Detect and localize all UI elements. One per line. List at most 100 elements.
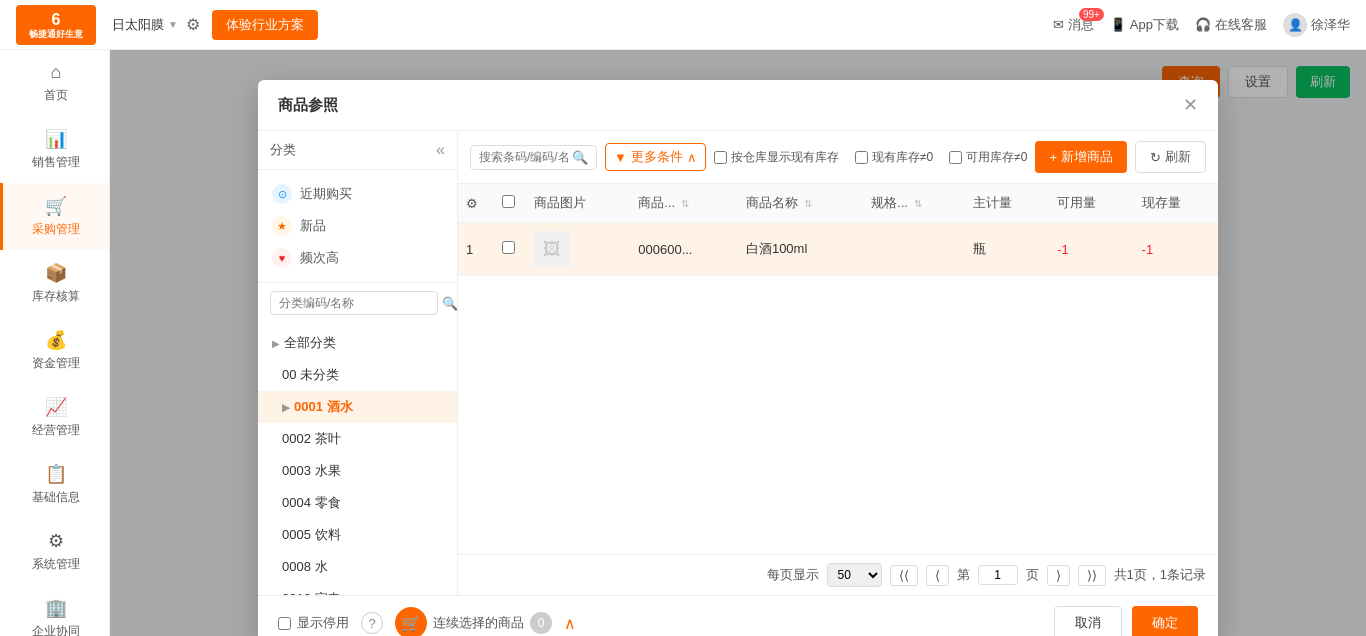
cart-badge: 🛒 连续选择的商品 0 [395, 607, 552, 636]
category-search-icon[interactable]: 🔍 [442, 296, 458, 311]
refresh-btn[interactable]: ↻ 刷新 [1135, 141, 1206, 173]
th-unit: 主计量 [965, 184, 1049, 223]
sidebar-item-sales[interactable]: 📊 销售管理 [0, 116, 109, 183]
product-search-input[interactable] [479, 150, 568, 164]
sidebar-item-purchase[interactable]: 🛒 采购管理 [0, 183, 109, 250]
td-spec [863, 223, 965, 276]
trial-industry-btn[interactable]: 体验行业方案 [212, 10, 318, 40]
filter-label: 更多条件 [631, 148, 683, 166]
sidebar-item-purchase-label: 采购管理 [32, 221, 80, 238]
check-nonzero-available[interactable]: 可用库存≠0 [949, 149, 1027, 166]
user-name: 徐泽华 [1311, 16, 1350, 34]
sidebar-item-home-label: 首页 [44, 87, 68, 104]
basic-info-icon: 📋 [45, 463, 67, 485]
last-page-btn[interactable]: ⟩⟩ [1078, 565, 1106, 586]
shortcut-recent[interactable]: ⊙ 近期购买 [258, 178, 457, 210]
sidebar-item-basic[interactable]: 📋 基础信息 [0, 451, 109, 518]
cat-beverage-label: 0005 饮料 [282, 526, 341, 544]
logo: 6 畅捷通好生意 [16, 5, 96, 45]
td-unit: 瓶 [965, 223, 1049, 276]
cat-item-appliance[interactable]: 0010 家电 [258, 583, 457, 595]
check-nonzero-stock[interactable]: 现有库存≠0 [855, 149, 933, 166]
dialog-body: 分类 « ⊙ 近期购买 ★ 新品 [258, 131, 1218, 595]
message-badge: 99+ [1079, 8, 1104, 21]
service-label: 在线客服 [1215, 16, 1267, 34]
confirm-button[interactable]: 确定 [1132, 606, 1198, 636]
th-stock: 现存量 [1134, 184, 1218, 223]
online-service-item[interactable]: 🎧 在线客服 [1195, 16, 1267, 34]
logo-text: 畅捷通好生意 [29, 29, 83, 40]
cat-item-unclassified[interactable]: 00 未分类 [258, 359, 457, 391]
system-icon: ⚙ [48, 530, 64, 552]
td-checkbox[interactable] [494, 223, 526, 276]
purchase-icon: 🛒 [45, 195, 67, 217]
shortcuts-section: ⊙ 近期购买 ★ 新品 ♥ 频次高 [258, 170, 457, 283]
shortcut-freq[interactable]: ♥ 频次高 [258, 242, 457, 274]
user-item[interactable]: 👤 徐泽华 [1283, 13, 1350, 37]
row-checkbox[interactable] [502, 241, 515, 254]
next-page-btn[interactable]: ⟩ [1047, 565, 1070, 586]
collapse-footer-icon[interactable]: ∧ [564, 614, 576, 633]
recent-icon: ⊙ [272, 184, 292, 204]
cat-item-tea[interactable]: 0002 茶叶 [258, 423, 457, 455]
add-product-btn[interactable]: + 新增商品 [1035, 141, 1127, 173]
product-search-box[interactable]: 🔍 [470, 145, 597, 170]
check-warehouse-stock-input[interactable] [714, 151, 727, 164]
shortcut-new[interactable]: ★ 新品 [258, 210, 457, 242]
cat-item-snack[interactable]: 0004 零食 [258, 487, 457, 519]
navbar: 6 畅捷通好生意 日太阳膜 ▼ ⚙ 体验行业方案 ✉ 消息 99+ 📱 App下… [0, 0, 1366, 50]
finance-icon: 💰 [45, 329, 67, 351]
cat-snack-label: 0004 零食 [282, 494, 341, 512]
table-row[interactable]: 1 🖼 000600... 白酒100ml [458, 223, 1218, 276]
sidebar-item-home[interactable]: ⌂ 首页 [0, 50, 109, 116]
th-settings[interactable]: ⚙ [458, 184, 494, 223]
more-filters-btn[interactable]: ▼ 更多条件 ∧ [605, 143, 706, 171]
show-disabled-label: 显示停用 [297, 614, 349, 632]
help-icon[interactable]: ? [361, 612, 383, 634]
cat-item-fruit[interactable]: 0003 水果 [258, 455, 457, 487]
cancel-button[interactable]: 取消 [1054, 606, 1122, 636]
dialog-close-button[interactable]: ✕ [1183, 94, 1198, 116]
th-spec[interactable]: 规格... ⇅ [863, 184, 965, 223]
show-disabled-checkbox[interactable]: 显示停用 [278, 614, 349, 632]
cat-all[interactable]: ▶ 全部分类 [258, 327, 457, 359]
check-nonzero-available-input[interactable] [949, 151, 962, 164]
td-stock: -1 [1134, 223, 1218, 276]
th-code[interactable]: 商品... ⇅ [630, 184, 738, 223]
check-nonzero-stock-input[interactable] [855, 151, 868, 164]
product-search-icon[interactable]: 🔍 [572, 150, 588, 165]
th-checkbox[interactable] [494, 184, 526, 223]
sidebar-item-enterprise[interactable]: 🏢 企业协同 [0, 585, 109, 636]
sidebar-item-inventory[interactable]: 📦 库存核算 [0, 250, 109, 317]
page-size-label: 每页显示 [767, 566, 819, 584]
toolbar: 🔍 ▼ 更多条件 ∧ 按仓库显示现有库存 [458, 131, 1218, 184]
th-name[interactable]: 商品名称 ⇅ [738, 184, 863, 223]
page-size-select[interactable]: 50 20 100 [827, 563, 882, 587]
cat-item-beverage[interactable]: 0005 饮料 [258, 519, 457, 551]
store-selector[interactable]: 日太阳膜 ▼ [112, 16, 178, 34]
home-icon: ⌂ [51, 62, 62, 83]
category-search-input[interactable] [270, 291, 438, 315]
sidebar-item-operation[interactable]: 📈 经营管理 [0, 384, 109, 451]
check-warehouse-stock[interactable]: 按仓库显示现有库存 [714, 149, 839, 166]
td-available: -1 [1049, 223, 1133, 276]
app-download-item[interactable]: 📱 App下载 [1110, 16, 1179, 34]
first-page-btn[interactable]: ⟨⟨ [890, 565, 918, 586]
message-item[interactable]: ✉ 消息 99+ [1053, 16, 1094, 34]
cat-item-water[interactable]: 0008 水 [258, 551, 457, 583]
cart-icon[interactable]: 🛒 [395, 607, 427, 636]
settings-icon[interactable]: ⚙ [186, 15, 200, 34]
check-warehouse-stock-label: 按仓库显示现有库存 [731, 149, 839, 166]
filter-checkboxes: 按仓库显示现有库存 现有库存≠0 可用库存≠0 [714, 149, 1028, 166]
prev-page-btn[interactable]: ⟨ [926, 565, 949, 586]
dialog-overlay: 商品参照 ✕ 分类 « ⊙ 近期购买 [110, 50, 1366, 636]
select-all-checkbox[interactable] [502, 195, 515, 208]
show-disabled-input[interactable] [278, 617, 291, 630]
sidebar-item-system[interactable]: ⚙ 系统管理 [0, 518, 109, 585]
cat-item-liquor[interactable]: ▶ 0001 酒水 [258, 391, 457, 423]
product-table-container: ⚙ 商品图片 商品... ⇅ 商品名称 [458, 184, 1218, 554]
page-number-input[interactable] [978, 565, 1018, 585]
collapse-left-icon[interactable]: « [436, 141, 445, 159]
sidebar-item-finance[interactable]: 💰 资金管理 [0, 317, 109, 384]
phone-icon: 📱 [1110, 17, 1126, 32]
